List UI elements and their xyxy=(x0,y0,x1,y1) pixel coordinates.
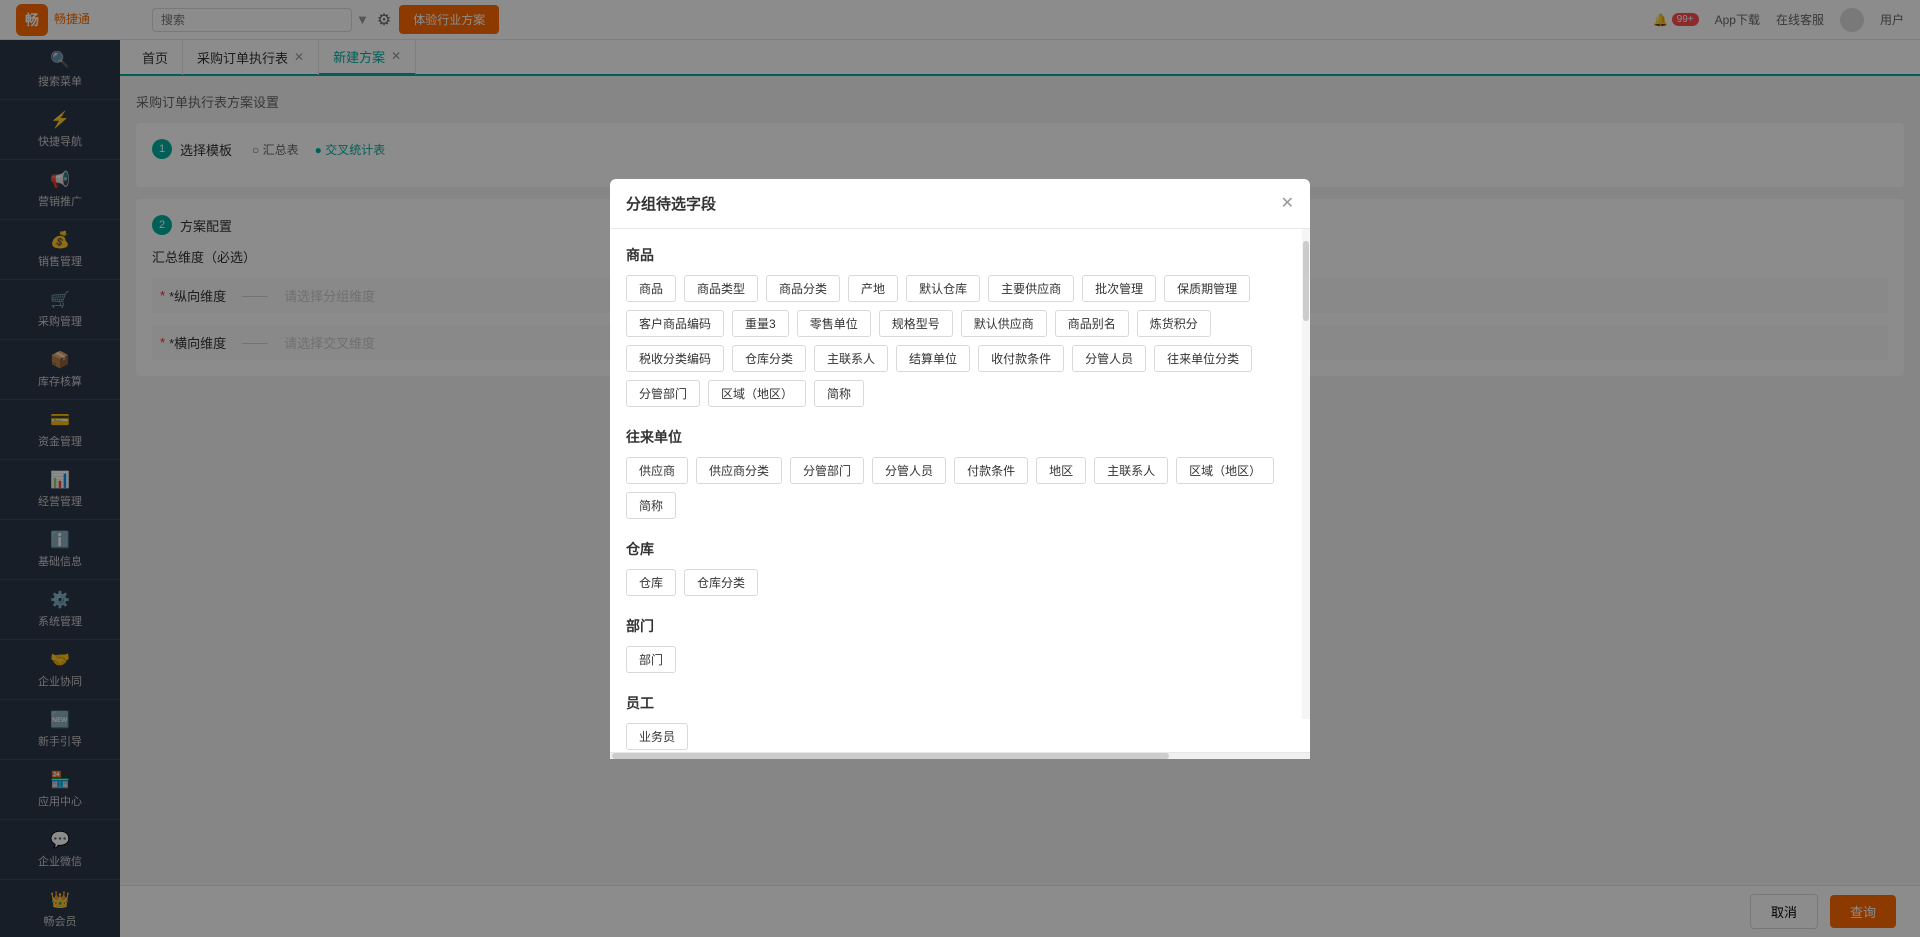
category-goods-tags: 商品 商品类型 商品分类 产地 默认仓库 主要供应商 批次管理 保质期管理 客户… xyxy=(626,275,1294,407)
modal-close-button[interactable]: ✕ xyxy=(1281,193,1294,213)
field-tag-warehouse-cat[interactable]: 仓库分类 xyxy=(684,569,758,596)
modal-title: 分组待选字段 xyxy=(626,193,716,214)
field-tag-settlement-unit[interactable]: 结算单位 xyxy=(896,345,970,372)
field-tag-warehouse[interactable]: 仓库 xyxy=(626,569,676,596)
modal-header: 分组待选字段 ✕ xyxy=(610,179,1310,229)
modal-vertical-scrollbar[interactable] xyxy=(1302,229,1310,719)
field-tag-tax-code[interactable]: 税收分类编码 xyxy=(626,345,724,372)
category-partner: 往来单位 供应商 供应商分类 分管部门 分管人员 付款条件 地区 主联系人 区域… xyxy=(626,427,1294,519)
category-dept-tags: 部门 xyxy=(626,646,1294,673)
category-goods: 商品 商品 商品类型 商品分类 产地 默认仓库 主要供应商 批次管理 保质期管理… xyxy=(626,245,1294,407)
field-tag-partner-category[interactable]: 往来单位分类 xyxy=(1154,345,1252,372)
field-tag-customer-code[interactable]: 客户商品编码 xyxy=(626,310,724,337)
category-goods-title: 商品 xyxy=(626,245,1294,265)
field-tag-partner-short[interactable]: 简称 xyxy=(626,492,676,519)
field-tag-default-supplier[interactable]: 默认供应商 xyxy=(961,310,1047,337)
field-tag-main-supplier[interactable]: 主要供应商 xyxy=(988,275,1074,302)
field-tag-salesperson[interactable]: 业务员 xyxy=(626,723,688,750)
field-select-modal: 分组待选字段 ✕ 商品 商品 商品类型 商品分类 产地 默认仓库 主要供应商 批… xyxy=(610,179,1310,759)
modal-overlay: 分组待选字段 ✕ 商品 商品 商品类型 商品分类 产地 默认仓库 主要供应商 批… xyxy=(0,0,1920,937)
field-tag-warehouse-category[interactable]: 仓库分类 xyxy=(732,345,806,372)
category-employee-tags: 业务员 xyxy=(626,723,1294,750)
category-warehouse: 仓库 仓库 仓库分类 xyxy=(626,539,1294,596)
category-partner-tags: 供应商 供应商分类 分管部门 分管人员 付款条件 地区 主联系人 区域（地区） … xyxy=(626,457,1294,519)
field-tag-spec-model[interactable]: 规格型号 xyxy=(879,310,953,337)
category-employee-title: 员工 xyxy=(626,693,1294,713)
modal-body: 商品 商品 商品类型 商品分类 产地 默认仓库 主要供应商 批次管理 保质期管理… xyxy=(610,229,1310,752)
field-tag-division-dept[interactable]: 分管部门 xyxy=(626,380,700,407)
field-tag-partner-contact[interactable]: 主联系人 xyxy=(1094,457,1168,484)
field-tag-goods-type[interactable]: 商品类型 xyxy=(684,275,758,302)
field-tag-default-warehouse[interactable]: 默认仓库 xyxy=(906,275,980,302)
field-tag-partner-region[interactable]: 区域（地区） xyxy=(1176,457,1274,484)
field-tag-supplier-category[interactable]: 供应商分类 xyxy=(696,457,782,484)
field-tag-weight[interactable]: 重量3 xyxy=(732,310,789,337)
field-tag-partner-dept[interactable]: 分管部门 xyxy=(790,457,864,484)
modal-horizontal-scrollbar[interactable] xyxy=(610,752,1310,759)
field-tag-goods[interactable]: 商品 xyxy=(626,275,676,302)
category-partner-title: 往来单位 xyxy=(626,427,1294,447)
field-tag-dept[interactable]: 部门 xyxy=(626,646,676,673)
field-tag-payment-terms[interactable]: 收付款条件 xyxy=(978,345,1064,372)
scrollbar-thumb xyxy=(612,753,1169,759)
field-tag-batch-mgmt[interactable]: 批次管理 xyxy=(1082,275,1156,302)
field-tag-partner-person[interactable]: 分管人员 xyxy=(872,457,946,484)
field-tag-short-name[interactable]: 简称 xyxy=(814,380,864,407)
category-warehouse-tags: 仓库 仓库分类 xyxy=(626,569,1294,596)
category-dept-title: 部门 xyxy=(626,616,1294,636)
field-tag-goods-alias[interactable]: 商品别名 xyxy=(1055,310,1129,337)
field-tag-area[interactable]: 地区 xyxy=(1036,457,1086,484)
field-tag-main-contact[interactable]: 主联系人 xyxy=(814,345,888,372)
field-tag-supplier[interactable]: 供应商 xyxy=(626,457,688,484)
field-tag-retail-unit[interactable]: 零售单位 xyxy=(797,310,871,337)
field-tag-payment-condition[interactable]: 付款条件 xyxy=(954,457,1028,484)
field-tag-refine-points[interactable]: 炼货积分 xyxy=(1137,310,1211,337)
modal-scroll-thumb xyxy=(1303,241,1309,321)
field-tag-goods-category[interactable]: 商品分类 xyxy=(766,275,840,302)
field-tag-origin[interactable]: 产地 xyxy=(848,275,898,302)
field-tag-region[interactable]: 区域（地区） xyxy=(708,380,806,407)
category-dept: 部门 部门 xyxy=(626,616,1294,673)
field-tag-division-mgr[interactable]: 分管人员 xyxy=(1072,345,1146,372)
category-employee: 员工 业务员 xyxy=(626,693,1294,750)
field-tag-shelf-life[interactable]: 保质期管理 xyxy=(1164,275,1250,302)
category-warehouse-title: 仓库 xyxy=(626,539,1294,559)
